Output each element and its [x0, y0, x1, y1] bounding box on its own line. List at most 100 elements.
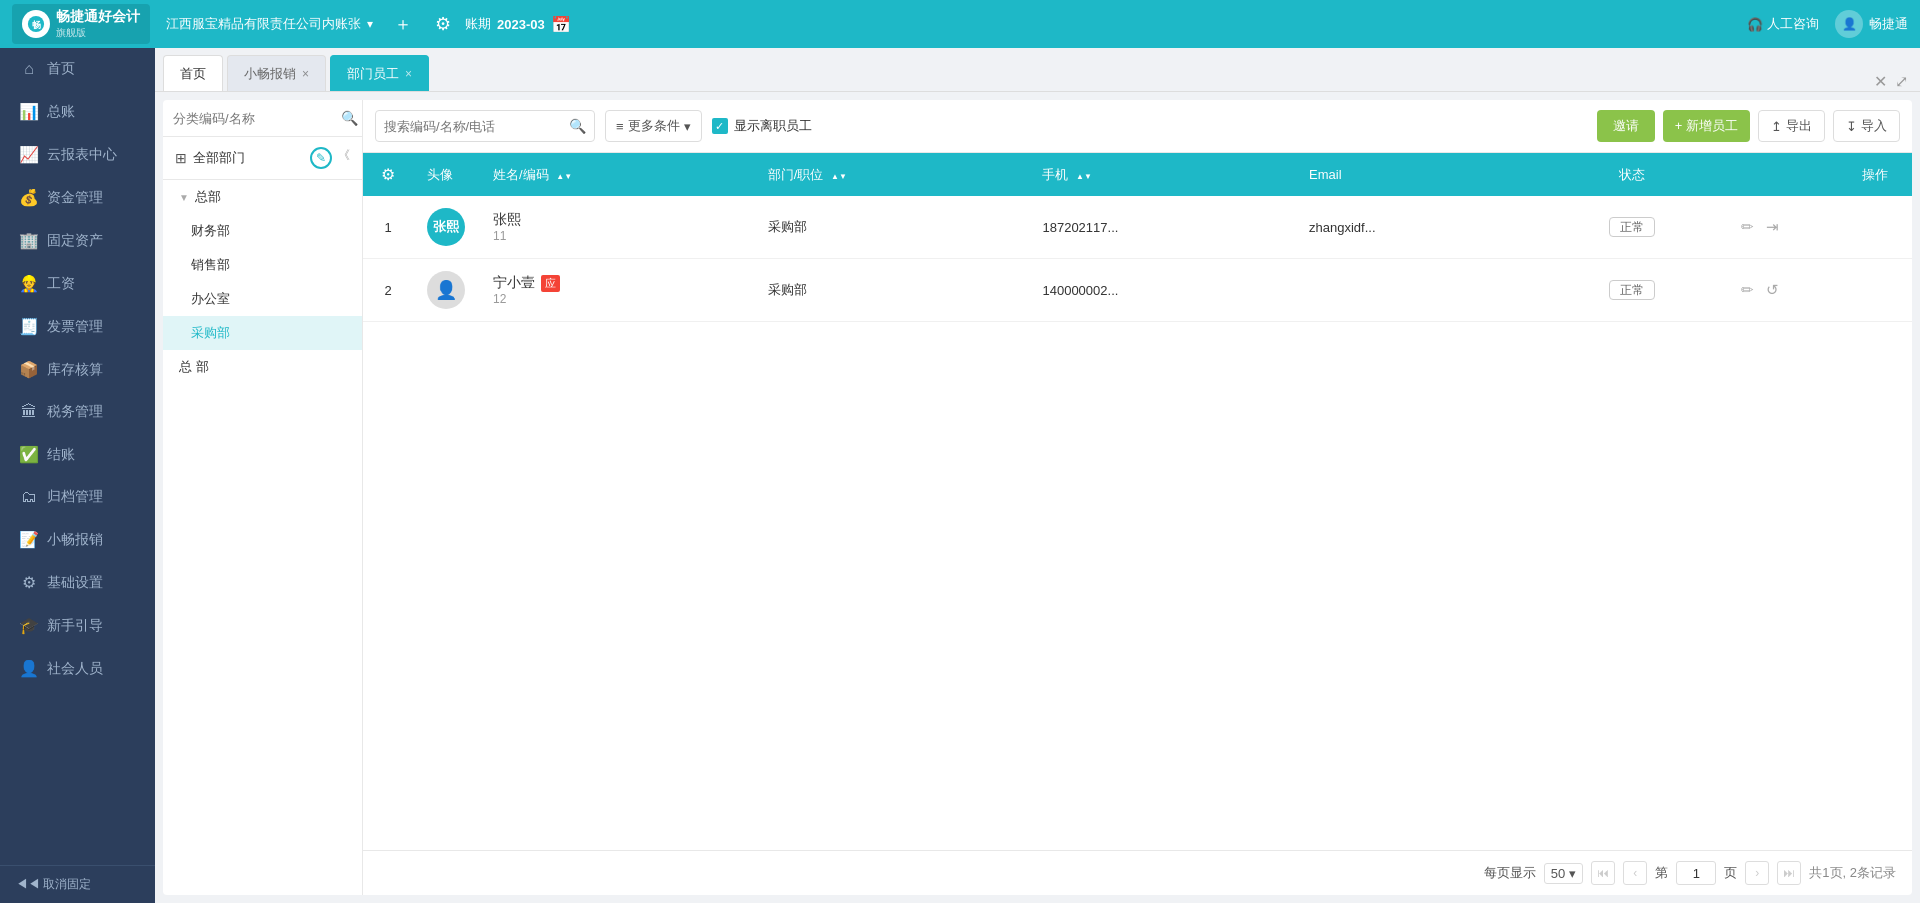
- dept-node-label: 办公室: [191, 290, 230, 308]
- sidebar-item-settings[interactable]: ⚙ 基础设置: [0, 561, 155, 604]
- sidebar-item-home[interactable]: ⌂ 首页: [0, 48, 155, 90]
- export-label: 导出: [1786, 117, 1812, 135]
- tab-dept-employee-close[interactable]: ×: [405, 67, 412, 81]
- table-header-row: ⚙ 头像 姓名/编码 ▲▼ 部门/职位: [363, 153, 1912, 196]
- dept-node-zongbu[interactable]: ▼ 总部: [163, 180, 362, 214]
- dept-sort-icon[interactable]: ▲▼: [831, 172, 847, 181]
- sidebar-item-archive[interactable]: 🗂 归档管理: [0, 476, 155, 518]
- tab-dept-employee[interactable]: 部门员工 ×: [330, 55, 429, 91]
- edit-button-2[interactable]: ✏: [1741, 281, 1754, 299]
- invite-button[interactable]: 邀请: [1597, 110, 1655, 142]
- dept-node-finance[interactable]: 财务部: [163, 214, 362, 248]
- dept-node-label: 总 部: [179, 358, 209, 376]
- headset-icon: 🎧: [1747, 17, 1763, 32]
- add-employee-button[interactable]: + 新增员工: [1663, 110, 1750, 142]
- tab-home[interactable]: 首页: [163, 55, 223, 91]
- logo-text-block: 畅捷通好会计 旗舰版: [56, 8, 140, 40]
- user-avatar: 👤: [1835, 10, 1863, 38]
- name-sort-icon[interactable]: ▲▼: [556, 172, 572, 181]
- filter-button[interactable]: ≡ 更多条件 ▾: [605, 110, 702, 142]
- content-area: 首页 小畅报销 × 部门员工 × ✕ ⤢ 🔍: [155, 48, 1920, 903]
- dept-node-zongbu2[interactable]: 总 部: [163, 350, 362, 384]
- dept-tree: 🔍 ⊞ 全部部门 ✎ 《 ▼ 总部: [163, 100, 363, 895]
- export-button[interactable]: ↥ 导出: [1758, 110, 1825, 142]
- dept-collapse-button[interactable]: 《: [338, 147, 350, 169]
- sidebar-label-home: 首页: [47, 60, 75, 78]
- add-button[interactable]: ＋: [389, 10, 417, 38]
- dept-header: ⊞ 全部部门 ✎ 《: [163, 137, 362, 180]
- pagination: 每页显示 50 ▾ ⏮ ‹ 第 页 › ⏭ 共1页, 2条记录: [363, 850, 1912, 895]
- logo-icon: 畅: [22, 10, 50, 38]
- sidebar-item-guide[interactable]: 🎓 新手引导: [0, 604, 155, 647]
- logout-button-1[interactable]: ⇥: [1766, 218, 1779, 236]
- table-header-phone[interactable]: 手机 ▲▼: [1028, 153, 1295, 196]
- name-col-label: 姓名/编码: [493, 167, 549, 182]
- company-selector[interactable]: 江西服宝精品有限责任公司内账张 ▾: [166, 15, 373, 33]
- sidebar-item-salary[interactable]: 👷 工资: [0, 262, 155, 305]
- employee-search-icon[interactable]: 🔍: [569, 118, 586, 134]
- sidebar-item-ledger[interactable]: 📊 总账: [0, 90, 155, 133]
- tab-expense-close[interactable]: ×: [302, 67, 309, 81]
- sidebar-item-tax[interactable]: 🏛 税务管理: [0, 391, 155, 433]
- table-header-actions: 操作: [1727, 153, 1912, 196]
- import-button[interactable]: ↧ 导入: [1833, 110, 1900, 142]
- dept-search-input[interactable]: [173, 111, 341, 126]
- table-header-settings[interactable]: ⚙: [363, 153, 413, 196]
- calendar-icon[interactable]: 📅: [551, 15, 571, 34]
- sidebar-label-salary: 工资: [47, 275, 75, 293]
- sidebar-label-invoice: 发票管理: [47, 318, 103, 336]
- tab-minimize-icon[interactable]: ✕: [1874, 72, 1887, 91]
- tab-maximize-icon[interactable]: ⤢: [1895, 72, 1908, 91]
- sidebar-item-inventory[interactable]: 📦 库存核算: [0, 348, 155, 391]
- dept-node-purchase[interactable]: 采购部: [163, 316, 362, 350]
- dept-node-label: 销售部: [191, 256, 230, 274]
- last-page-button[interactable]: ⏭: [1777, 861, 1801, 885]
- prev-page-button[interactable]: ‹: [1623, 861, 1647, 885]
- sidebar-item-close[interactable]: ✅ 结账: [0, 433, 155, 476]
- cancel-fixed-button[interactable]: ◀◀ 取消固定: [0, 865, 155, 903]
- dept-header-actions: ✎ 《: [310, 147, 350, 169]
- sidebar-item-assets[interactable]: 🏢 固定资产: [0, 219, 155, 262]
- show-resigned-checkbox[interactable]: ✓ 显示离职员工: [712, 117, 812, 135]
- page-content: 🔍 ⊞ 全部部门 ✎ 《 ▼ 总部: [163, 100, 1912, 895]
- sidebar: ⌂ 首页 📊 总账 📈 云报表中心 💰 资金管理 🏢 固定资产 👷 工资 🧾 发…: [0, 48, 155, 903]
- employee-toolbar: 🔍 ≡ 更多条件 ▾ ✓ 显示离职员工 邀请: [363, 100, 1912, 153]
- sidebar-item-invoice[interactable]: 🧾 发票管理: [0, 305, 155, 348]
- edit-button-1[interactable]: ✏: [1741, 218, 1754, 236]
- dept-search-icon[interactable]: 🔍: [341, 110, 358, 126]
- company-dropdown-icon[interactable]: ▾: [367, 17, 373, 31]
- dept-node-label: 总部: [195, 188, 221, 206]
- toolbar-right: 邀请 + 新增员工 ↥ 导出 ↧ 导入: [1597, 110, 1900, 142]
- page-number-input[interactable]: [1676, 861, 1716, 885]
- employee-search-input[interactable]: [384, 119, 569, 134]
- tab-expense[interactable]: 小畅报销 ×: [227, 55, 326, 91]
- employee-code-1: 11: [493, 229, 740, 243]
- add-employee-label: + 新增员工: [1675, 117, 1738, 135]
- phone-sort-icon[interactable]: ▲▼: [1076, 172, 1092, 181]
- next-page-button[interactable]: ›: [1745, 861, 1769, 885]
- sidebar-item-reports[interactable]: 📈 云报表中心: [0, 133, 155, 176]
- sidebar-item-social[interactable]: 👤 社会人员: [0, 647, 155, 690]
- row-name-1: 张熙 11: [479, 196, 754, 259]
- row-name-2: 宁小壹 应 12: [479, 259, 754, 322]
- service-button[interactable]: 🎧 人工咨询: [1747, 15, 1819, 33]
- logo-title: 畅捷通好会计: [56, 8, 140, 26]
- per-page-select[interactable]: 50 ▾: [1544, 863, 1583, 884]
- first-page-button[interactable]: ⏮: [1591, 861, 1615, 885]
- delete-button-2[interactable]: ↺: [1766, 281, 1779, 299]
- dept-node-sales[interactable]: 销售部: [163, 248, 362, 282]
- settings-button[interactable]: ⚙: [429, 10, 457, 38]
- dept-add-button[interactable]: ✎: [310, 147, 332, 169]
- dept-node-office[interactable]: 办公室: [163, 282, 362, 316]
- svg-text:畅: 畅: [32, 20, 41, 30]
- table-header-name[interactable]: 姓名/编码 ▲▼: [479, 153, 754, 196]
- per-page-dropdown-icon: ▾: [1569, 866, 1576, 881]
- sidebar-label-assets: 固定资产: [47, 232, 103, 250]
- table-header-dept[interactable]: 部门/职位 ▲▼: [754, 153, 1029, 196]
- table-settings-icon[interactable]: ⚙: [381, 166, 395, 183]
- sidebar-item-funds[interactable]: 💰 资金管理: [0, 176, 155, 219]
- company-name: 江西服宝精品有限责任公司内账张: [166, 15, 361, 33]
- sidebar-item-expense[interactable]: 📝 小畅报销: [0, 518, 155, 561]
- avatar-img-2: 👤: [427, 271, 465, 309]
- expand-icon: ▼: [179, 192, 189, 203]
